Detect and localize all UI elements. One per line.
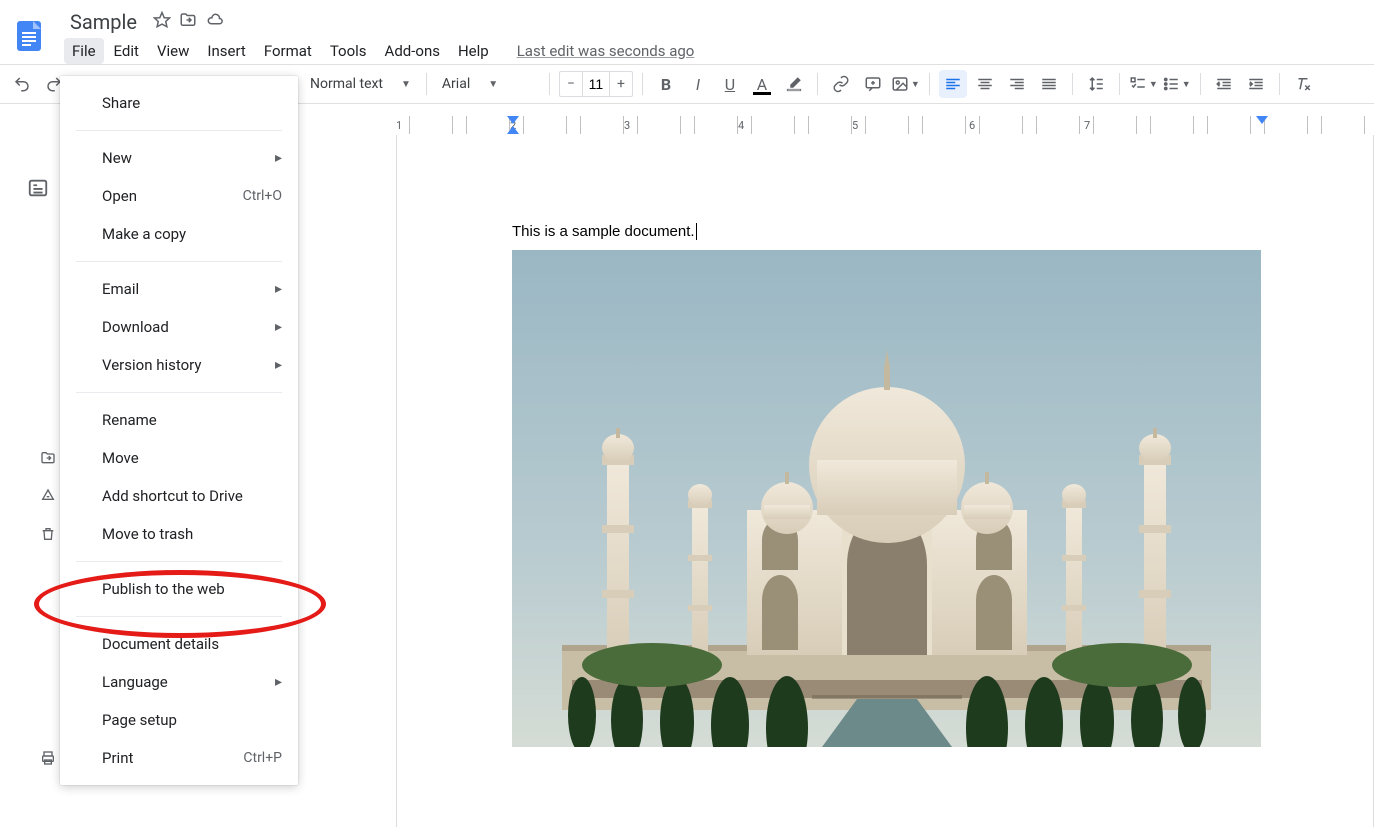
indent-increase-button[interactable]: [1242, 70, 1270, 98]
menu-format[interactable]: Format: [256, 38, 320, 64]
file-menu-add-shortcut[interactable]: Add shortcut to Drive: [60, 477, 298, 515]
move-folder-icon[interactable]: [179, 11, 197, 33]
file-menu-make-copy[interactable]: Make a copy: [60, 215, 298, 253]
file-menu-email[interactable]: Email ▸: [60, 270, 298, 308]
font-size-input[interactable]: [582, 72, 610, 96]
chevron-right-icon: ▸: [275, 319, 282, 335]
chevron-right-icon: ▸: [275, 281, 282, 297]
font-family-label: Arial: [442, 76, 470, 92]
file-menu-language[interactable]: Language ▸: [60, 663, 298, 701]
paragraph-style-label: Normal text: [310, 76, 383, 92]
file-menu-move[interactable]: Move: [60, 439, 298, 477]
move-icon: [30, 450, 66, 466]
file-menu-version-history[interactable]: Version history ▸: [60, 346, 298, 384]
ruler-mark: 3: [624, 119, 630, 132]
document-page[interactable]: This is a sample document.: [396, 135, 1374, 827]
file-menu-new[interactable]: New ▸: [60, 139, 298, 177]
file-menu-publish[interactable]: Publish to the web: [60, 570, 298, 608]
chevron-right-icon: ▸: [275, 150, 282, 166]
file-menu-share[interactable]: Share: [60, 84, 298, 122]
align-left-button[interactable]: [939, 70, 967, 98]
font-size-decrease[interactable]: −: [560, 72, 582, 96]
paragraph-style-select[interactable]: Normal text ▼: [304, 70, 417, 98]
ruler-mark: 6: [969, 119, 975, 132]
ruler-mark: 7: [1084, 119, 1090, 132]
ruler-mark: 4: [738, 119, 744, 132]
indent-decrease-button[interactable]: [1210, 70, 1238, 98]
doc-title[interactable]: Sample: [64, 8, 143, 36]
menu-insert[interactable]: Insert: [199, 38, 253, 64]
ruler-right-indent-marker[interactable]: [1256, 116, 1268, 124]
menu-file[interactable]: File: [64, 38, 104, 64]
app-header: Sample File Edit View Insert Format Tool…: [0, 0, 1374, 64]
print-icon: [30, 750, 66, 766]
chevron-right-icon: ▸: [275, 357, 282, 373]
clear-formatting-button[interactable]: [1289, 70, 1317, 98]
menu-help[interactable]: Help: [450, 38, 497, 64]
align-right-button[interactable]: [1003, 70, 1031, 98]
menu-tools[interactable]: Tools: [322, 38, 375, 64]
font-family-select[interactable]: Arial ▼: [436, 70, 540, 98]
file-menu-move-to-trash[interactable]: Move to trash: [60, 515, 298, 553]
drive-shortcut-icon: [30, 488, 66, 504]
font-size-group: − +: [559, 71, 633, 97]
insert-link-button[interactable]: [827, 70, 855, 98]
document-canvas: This is a sample document.: [396, 135, 1374, 827]
ruler-mark: 1: [396, 119, 402, 132]
bulleted-list-button[interactable]: ▼: [1162, 70, 1191, 98]
menu-view[interactable]: View: [149, 38, 197, 64]
file-menu-rename[interactable]: Rename: [60, 401, 298, 439]
file-menu-dropdown: Share New ▸ Open Ctrl+O Make a copy Emai…: [60, 76, 298, 785]
add-comment-button[interactable]: [859, 70, 887, 98]
document-image[interactable]: [512, 250, 1261, 747]
line-spacing-button[interactable]: [1082, 70, 1110, 98]
file-menu-page-setup[interactable]: Page setup: [60, 701, 298, 739]
highlight-color-button[interactable]: [780, 70, 808, 98]
bold-button[interactable]: B: [652, 70, 680, 98]
menu-bar: File Edit View Insert Format Tools Add-o…: [64, 37, 694, 65]
italic-button[interactable]: I: [684, 70, 712, 98]
docs-logo[interactable]: [10, 11, 48, 61]
ruler-left-indent-marker[interactable]: [507, 116, 519, 124]
document-body-text[interactable]: This is a sample document.: [512, 223, 695, 240]
ruler-first-line-marker[interactable]: [507, 126, 519, 134]
chevron-down-icon: ▼: [401, 79, 411, 90]
font-size-increase[interactable]: +: [610, 72, 632, 96]
horizontal-ruler[interactable]: 1 2 3 4 5 6 7: [396, 116, 1374, 134]
file-menu-document-details[interactable]: Document details: [60, 625, 298, 663]
text-cursor: [696, 223, 697, 240]
file-menu-open[interactable]: Open Ctrl+O: [60, 177, 298, 215]
chevron-right-icon: ▸: [275, 674, 282, 690]
chevron-down-icon: ▼: [488, 79, 498, 90]
underline-button[interactable]: U: [716, 70, 744, 98]
align-center-button[interactable]: [971, 70, 999, 98]
last-edit-link[interactable]: Last edit was seconds ago: [517, 42, 695, 60]
document-outline-icon[interactable]: [20, 170, 56, 206]
align-justify-button[interactable]: [1035, 70, 1063, 98]
menu-addons[interactable]: Add-ons: [377, 38, 448, 64]
undo-button[interactable]: [8, 70, 36, 98]
text-color-button[interactable]: A: [748, 70, 776, 98]
cloud-status-icon[interactable]: [205, 11, 225, 33]
file-menu-download[interactable]: Download ▸: [60, 308, 298, 346]
trash-icon: [30, 526, 66, 542]
insert-image-button[interactable]: ▼: [891, 70, 920, 98]
menu-edit[interactable]: Edit: [106, 38, 147, 64]
file-menu-print[interactable]: Print Ctrl+P: [60, 739, 298, 777]
star-icon[interactable]: [153, 11, 171, 33]
ruler-mark: 5: [852, 119, 858, 132]
checklist-button[interactable]: ▼: [1129, 70, 1158, 98]
